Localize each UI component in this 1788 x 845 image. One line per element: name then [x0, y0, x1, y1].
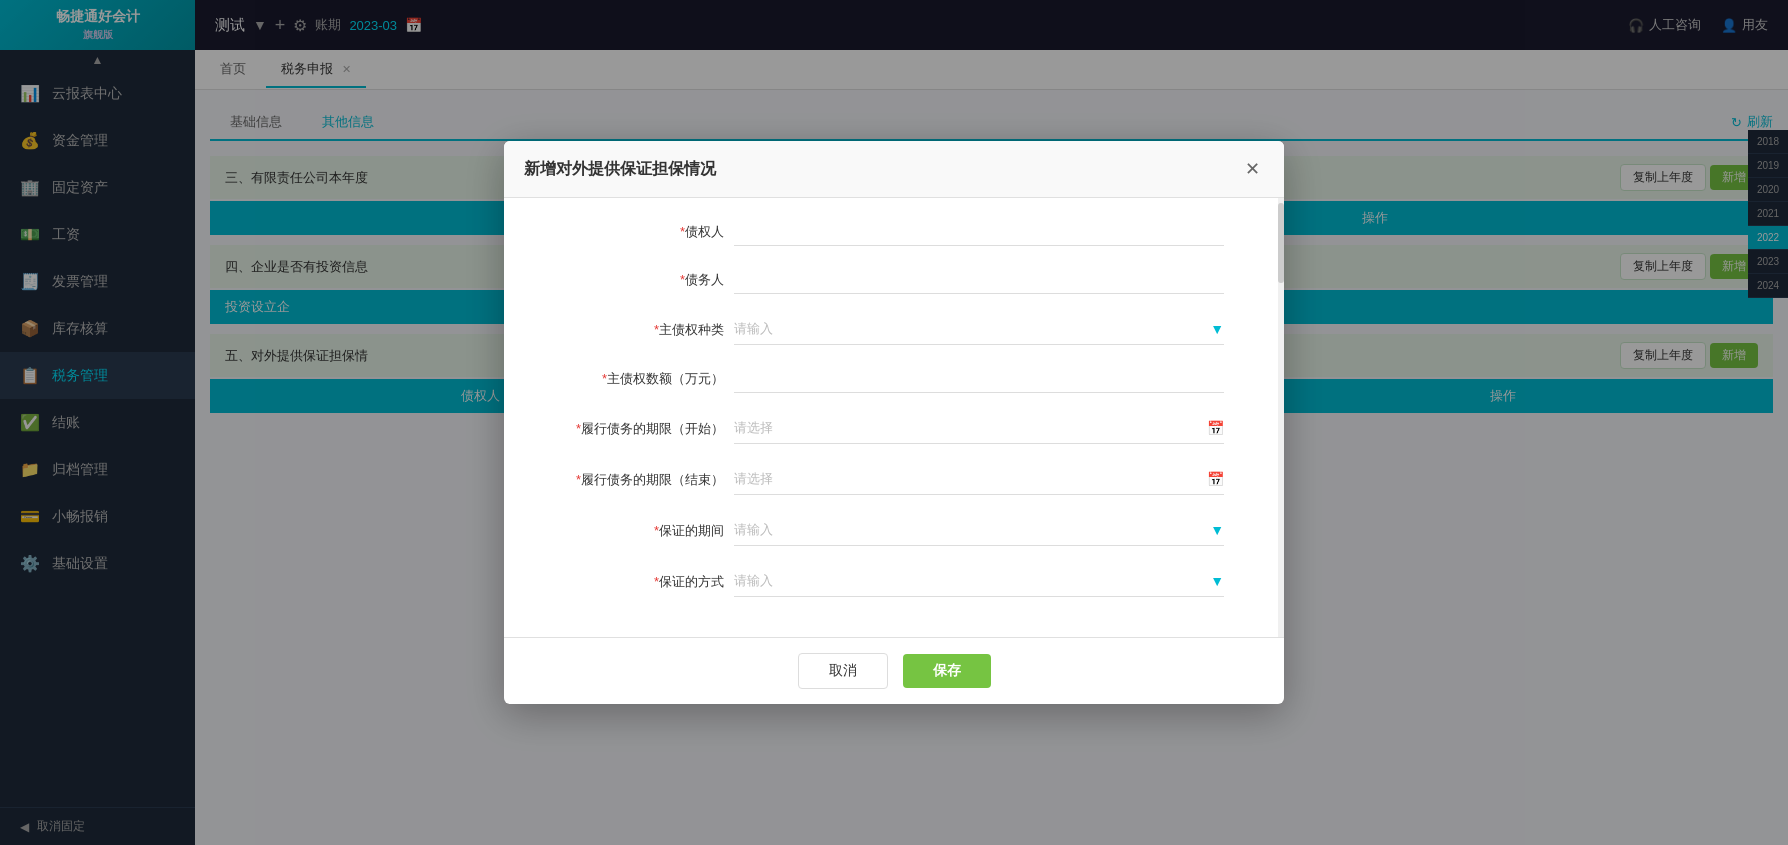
- dialog-close-button[interactable]: ✕: [1240, 157, 1264, 181]
- claim-type-select[interactable]: 请输入 ▼: [734, 314, 1224, 345]
- form-row-claim-amount: *主债权数额（万元）: [564, 365, 1224, 393]
- form-row-creditor: *债权人: [564, 218, 1224, 246]
- guarantee-method-placeholder: 请输入: [734, 572, 1210, 590]
- period-start-date[interactable]: 请选择 📅: [734, 413, 1224, 444]
- guarantee-method-select[interactable]: 请输入 ▼: [734, 566, 1224, 597]
- guarantee-period-label: *保证的期间: [564, 522, 724, 540]
- claim-amount-input[interactable]: [734, 365, 1224, 393]
- period-end-calendar-icon: 📅: [1207, 471, 1224, 487]
- period-start-placeholder: 请选择: [734, 419, 1207, 437]
- guarantee-method-chevron-icon: ▼: [1210, 573, 1224, 589]
- guarantee-method-label: *保证的方式: [564, 573, 724, 591]
- debtor-input[interactable]: [734, 266, 1224, 294]
- dialog-footer: 取消 保存: [504, 637, 1284, 704]
- dialog-scrollbar[interactable]: [1278, 198, 1284, 637]
- form-row-guarantee-period: *保证的期间 请输入 ▼: [564, 515, 1224, 546]
- creditor-input[interactable]: [734, 218, 1224, 246]
- guarantee-period-chevron-icon: ▼: [1210, 522, 1224, 538]
- dialog-header: 新增对外提供保证担保情况 ✕: [504, 141, 1284, 198]
- claim-amount-label: *主债权数额（万元）: [564, 370, 724, 388]
- guarantee-period-select[interactable]: 请输入 ▼: [734, 515, 1224, 546]
- period-end-label: *履行债务的期限（结束）: [564, 471, 724, 489]
- claim-type-chevron-icon: ▼: [1210, 321, 1224, 337]
- form-row-debtor: *债务人: [564, 266, 1224, 294]
- form-row-claim-type: *主债权种类 请输入 ▼: [564, 314, 1224, 345]
- dialog: 新增对外提供保证担保情况 ✕ *债权人 *债务人: [504, 141, 1284, 704]
- form-row-period-start: *履行债务的期限（开始） 请选择 📅: [564, 413, 1224, 444]
- period-start-label: *履行债务的期限（开始）: [564, 420, 724, 438]
- debtor-label: *债务人: [564, 271, 724, 289]
- creditor-label: *债权人: [564, 223, 724, 241]
- dialog-overlay: 新增对外提供保证担保情况 ✕ *债权人 *债务人: [0, 0, 1788, 845]
- scrollbar-thumb: [1278, 203, 1284, 283]
- period-end-placeholder: 请选择: [734, 470, 1207, 488]
- claim-type-placeholder: 请输入: [734, 320, 1210, 338]
- period-end-date[interactable]: 请选择 📅: [734, 464, 1224, 495]
- claim-type-label: *主债权种类: [564, 321, 724, 339]
- cancel-button[interactable]: 取消: [798, 653, 888, 689]
- dialog-body: *债权人 *债务人 *主债权种类 请输入 ▼: [504, 198, 1284, 637]
- form-row-guarantee-method: *保证的方式 请输入 ▼: [564, 566, 1224, 597]
- form-row-period-end: *履行债务的期限（结束） 请选择 📅: [564, 464, 1224, 495]
- dialog-title: 新增对外提供保证担保情况: [524, 159, 716, 180]
- guarantee-period-placeholder: 请输入: [734, 521, 1210, 539]
- save-button[interactable]: 保存: [903, 654, 991, 688]
- period-start-calendar-icon: 📅: [1207, 420, 1224, 436]
